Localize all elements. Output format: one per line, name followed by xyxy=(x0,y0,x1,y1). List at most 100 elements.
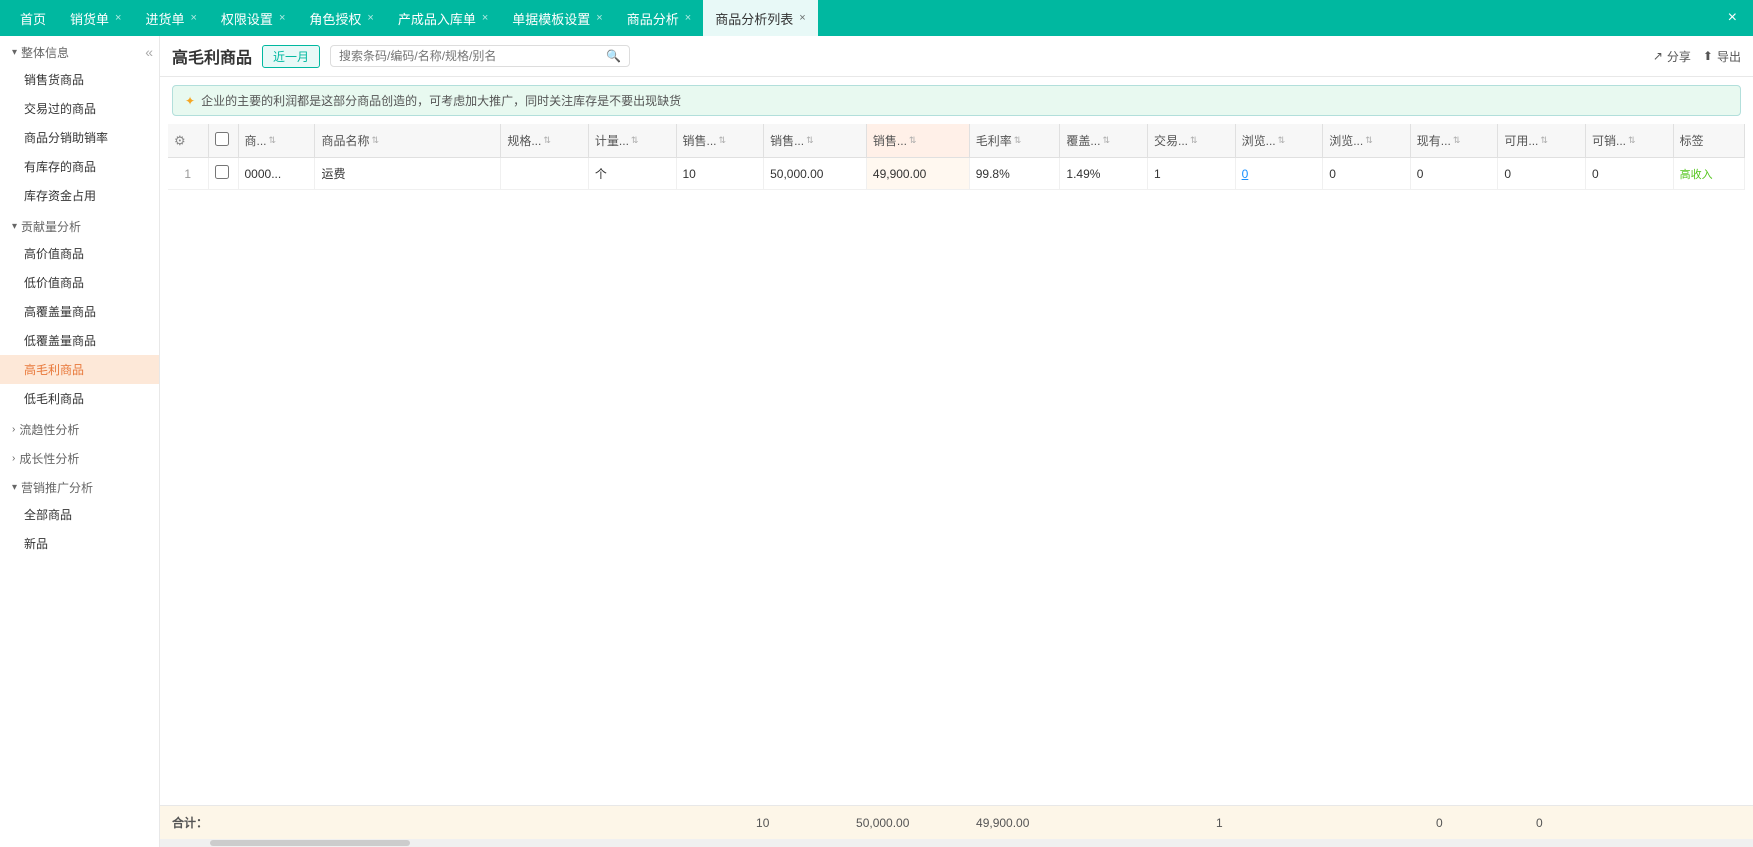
th-tag[interactable]: 标签 xyxy=(1673,124,1744,158)
sort-icon-browse2: ⇅ xyxy=(1365,135,1373,146)
export-button[interactable]: ⬆ 导出 xyxy=(1703,48,1741,65)
horizontal-scrollbar[interactable] xyxy=(160,839,1753,847)
scrollbar-thumb[interactable] xyxy=(210,840,410,846)
search-icon[interactable]: 🔍 xyxy=(606,49,621,63)
sidebar-collapse-button[interactable]: « xyxy=(145,44,153,60)
sort-icon-unit: ⇅ xyxy=(631,135,639,146)
close-role-auth[interactable]: × xyxy=(367,12,373,24)
sidebar-item-in-stock[interactable]: 有库存的商品 xyxy=(0,152,159,181)
th-sales3[interactable]: 销售... ⇅ xyxy=(866,124,969,158)
footer-transaction: 1 xyxy=(1216,816,1316,830)
th-coverage[interactable]: 覆盖... ⇅ xyxy=(1060,124,1148,158)
sidebar-item-low-value[interactable]: 低价值商品 xyxy=(0,268,159,297)
sidebar-item-all-goods[interactable]: 全部商品 xyxy=(0,500,159,529)
th-checkbox xyxy=(208,124,238,158)
th-available[interactable]: 可用... ⇅ xyxy=(1498,124,1586,158)
close-product-analysis-list[interactable]: × xyxy=(799,12,805,24)
sort-icon-spec: ⇅ xyxy=(543,135,551,146)
sidebar-section-marketing[interactable]: ▾ 营销推广分析 xyxy=(0,471,159,500)
section-arrow-trend: › xyxy=(12,424,15,435)
sort-icon-saleable: ⇅ xyxy=(1628,135,1636,146)
row-saleable: 0 xyxy=(1585,158,1673,190)
close-product-analysis[interactable]: × xyxy=(685,12,691,24)
close-template-settings[interactable]: × xyxy=(596,12,602,24)
section-arrow-overall: ▾ xyxy=(12,47,17,58)
share-icon: ↗ xyxy=(1653,49,1663,63)
th-browse1[interactable]: 浏览... ⇅ xyxy=(1235,124,1323,158)
th-code[interactable]: 商... ⇅ xyxy=(238,124,315,158)
nav-sales-order[interactable]: 销货单 × xyxy=(58,0,133,36)
section-arrow-marketing: ▾ xyxy=(12,482,17,493)
sort-icon-coverage: ⇅ xyxy=(1102,135,1110,146)
nav-permission-settings[interactable]: 权限设置 × xyxy=(209,0,297,36)
nav-product-inbound[interactable]: 产成品入库单 × xyxy=(386,0,500,36)
sidebar-item-high-value[interactable]: 高价值商品 xyxy=(0,239,159,268)
nav-role-auth[interactable]: 角色授权 × xyxy=(297,0,385,36)
close-permission[interactable]: × xyxy=(279,12,285,24)
row-checkbox[interactable] xyxy=(215,165,229,179)
data-table: ⚙ 商... ⇅ 商品名称 xyxy=(168,124,1745,190)
row-code: 0000... xyxy=(238,158,315,190)
row-checkbox-cell xyxy=(208,158,238,190)
sidebar-section-trend[interactable]: › 流趋性分析 xyxy=(0,413,159,442)
row-sales2: 50,000.00 xyxy=(764,158,867,190)
th-current[interactable]: 现有... ⇅ xyxy=(1410,124,1498,158)
sidebar-item-low-margin[interactable]: 低毛利商品 xyxy=(0,384,159,413)
th-browse2[interactable]: 浏览... ⇅ xyxy=(1323,124,1411,158)
table-container: ⚙ 商... ⇅ 商品名称 xyxy=(160,124,1753,805)
content-header: 高毛利商品 近一月 🔍 ↗ 分享 ⬆ 导出 xyxy=(160,36,1753,77)
gear-icon[interactable]: ⚙ xyxy=(174,133,186,148)
th-sales1[interactable]: 销售... ⇅ xyxy=(676,124,764,158)
sidebar-item-high-coverage[interactable]: 高覆盖量商品 xyxy=(0,297,159,326)
sidebar-section-overall[interactable]: ▾ 整体信息 xyxy=(0,36,159,65)
sort-icon-gross-rate: ⇅ xyxy=(1014,135,1022,146)
close-purchase-order[interactable]: × xyxy=(190,12,196,24)
th-saleable[interactable]: 可销... ⇅ xyxy=(1585,124,1673,158)
footer-browse2: 0 xyxy=(1536,816,1616,830)
browse1-link[interactable]: 0 xyxy=(1242,167,1249,181)
sidebar-item-new-goods[interactable]: 新品 xyxy=(0,529,159,558)
share-button[interactable]: ↗ 分享 xyxy=(1653,48,1691,65)
row-sales1: 10 xyxy=(676,158,764,190)
close-all-tabs[interactable]: × xyxy=(1720,9,1745,27)
close-sales-order[interactable]: × xyxy=(115,12,121,24)
select-all-checkbox[interactable] xyxy=(215,132,229,146)
th-spec[interactable]: 规格... ⇅ xyxy=(501,124,589,158)
sidebar-item-low-coverage[interactable]: 低覆盖量商品 xyxy=(0,326,159,355)
row-transaction: 1 xyxy=(1148,158,1236,190)
nav-product-analysis-list[interactable]: 商品分析列表 × xyxy=(703,0,817,36)
section-arrow-growth: › xyxy=(12,453,15,464)
header-actions: ↗ 分享 ⬆ 导出 xyxy=(1653,48,1741,65)
time-filter-button[interactable]: 近一月 xyxy=(262,45,320,68)
close-product-inbound[interactable]: × xyxy=(482,12,488,24)
table-row: 1 0000... 运费 个 10 50,000.00 49,900.00 99… xyxy=(168,158,1745,190)
search-input[interactable] xyxy=(339,49,600,63)
nav-home[interactable]: 首页 xyxy=(8,0,58,36)
row-number: 1 xyxy=(168,158,208,190)
sidebar-item-traded-goods[interactable]: 交易过的商品 xyxy=(0,94,159,123)
sidebar-item-inventory-capital[interactable]: 库存资金占用 xyxy=(0,181,159,210)
sidebar-section-contribution[interactable]: ▾ 贡献量分析 xyxy=(0,210,159,239)
footer-sales3: 49,900.00 xyxy=(976,816,1076,830)
sort-icon-sales3: ⇅ xyxy=(909,135,917,146)
sort-icon-transaction: ⇅ xyxy=(1190,135,1198,146)
nav-product-analysis[interactable]: 商品分析 × xyxy=(615,0,703,36)
sidebar-item-sales-goods[interactable]: 销售货商品 xyxy=(0,65,159,94)
sidebar-section-growth[interactable]: › 成长性分析 xyxy=(0,442,159,471)
th-transaction[interactable]: 交易... ⇅ xyxy=(1148,124,1236,158)
main-layout: « ▾ 整体信息 销售货商品 交易过的商品 商品分销助销率 有库存的商品 库存资… xyxy=(0,36,1753,847)
th-unit[interactable]: 计量... ⇅ xyxy=(588,124,676,158)
row-browse2: 0 xyxy=(1323,158,1411,190)
section-arrow-contribution: ▾ xyxy=(12,221,17,232)
sidebar-item-high-margin[interactable]: 高毛利商品 xyxy=(0,355,159,384)
content-area: 高毛利商品 近一月 🔍 ↗ 分享 ⬆ 导出 ✦ 企业的主要的利润都是这部分商品创… xyxy=(160,36,1753,847)
th-sales2[interactable]: 销售... ⇅ xyxy=(764,124,867,158)
row-spec xyxy=(501,158,589,190)
nav-template-settings[interactable]: 单据模板设置 × xyxy=(500,0,614,36)
row-gross-rate: 99.8% xyxy=(969,158,1060,190)
th-gear[interactable]: ⚙ xyxy=(168,124,208,158)
sidebar-item-distribution-rate[interactable]: 商品分销助销率 xyxy=(0,123,159,152)
nav-purchase-order[interactable]: 进货单 × xyxy=(133,0,208,36)
th-name[interactable]: 商品名称 ⇅ xyxy=(315,124,501,158)
th-gross-rate[interactable]: 毛利率 ⇅ xyxy=(969,124,1060,158)
